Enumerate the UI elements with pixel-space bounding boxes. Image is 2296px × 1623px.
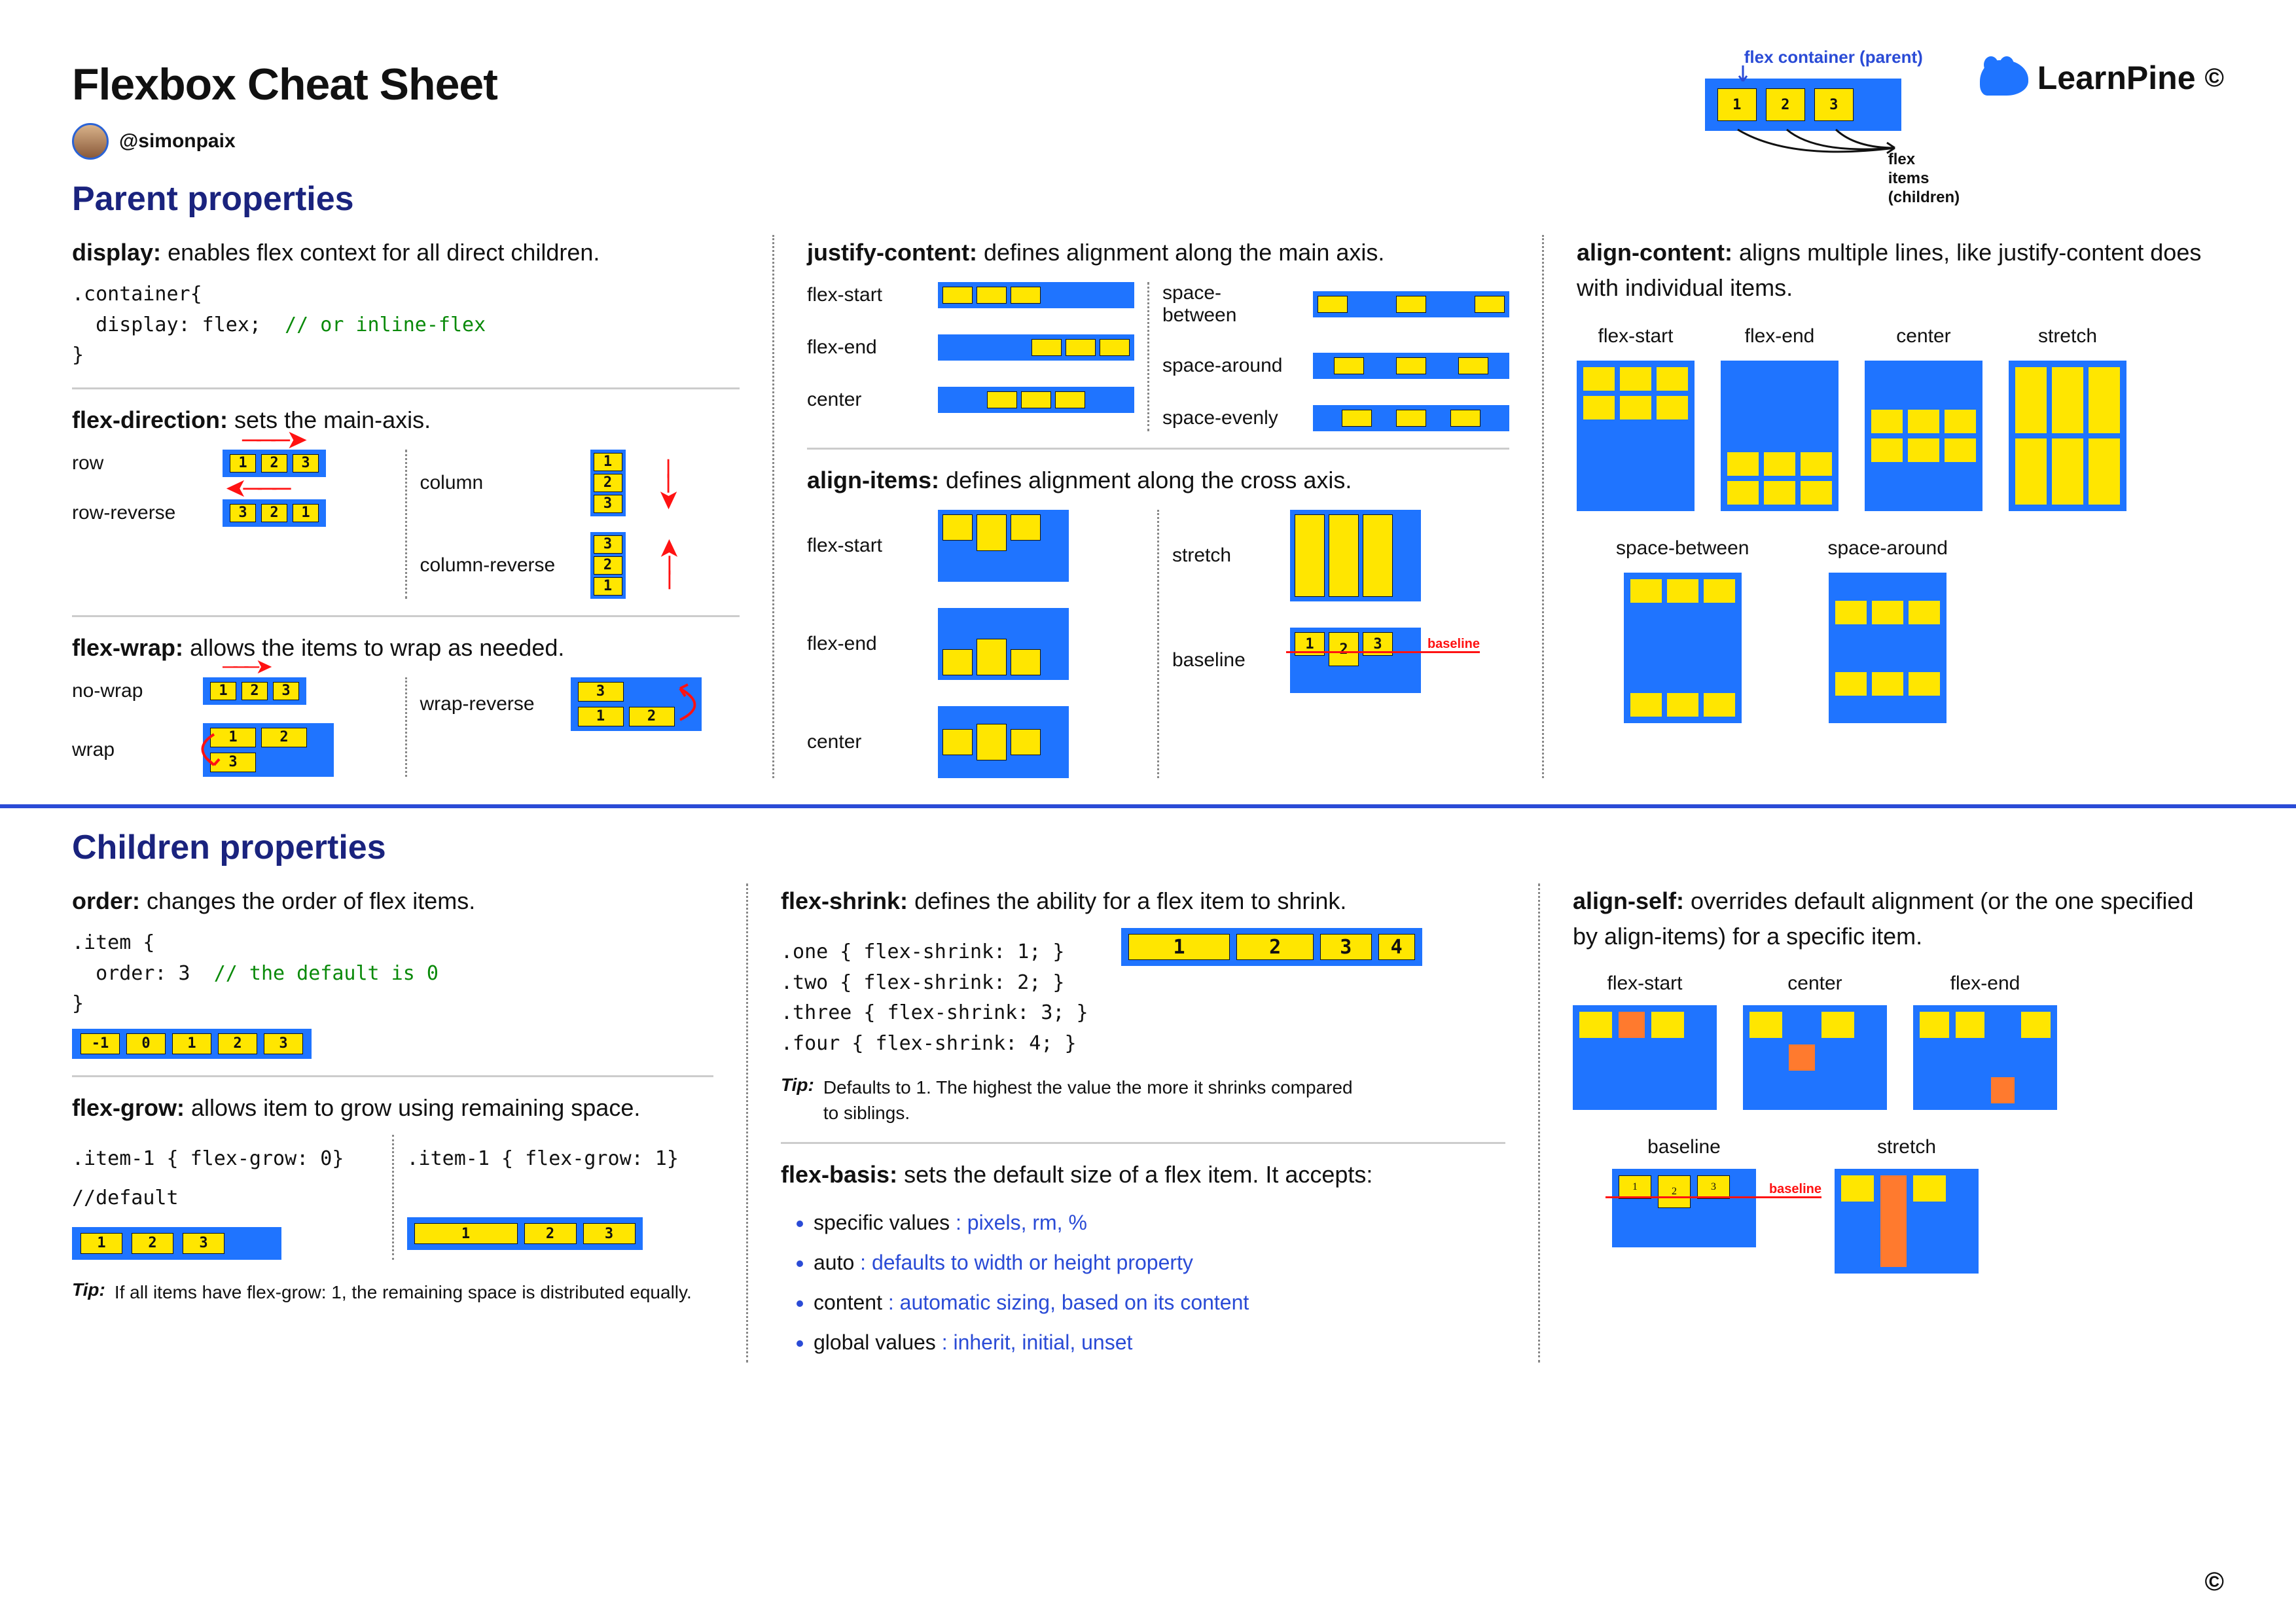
fd-row-rev-label: row-reverse [72, 502, 203, 524]
jc-space-around: space-around [1162, 355, 1293, 377]
fs-code: .one { flex-shrink: 1; } .two { flex-shr… [781, 937, 1088, 1059]
flex-basis-list: specific values : pixels, rm, % auto : d… [781, 1203, 1505, 1362]
flex-direction-property: flex-direction: sets the main-axis. [72, 402, 740, 438]
top-right-area: flex container (parent) 1 2 3 flex items… [1705, 59, 2224, 190]
fs-item: 1 [1128, 934, 1230, 960]
ac-center: center [1896, 325, 1950, 348]
ac-stretch: stretch [2038, 325, 2097, 348]
copyright-icon: © [2205, 63, 2224, 93]
arrow-down-icon: ──➤ [654, 459, 684, 506]
arrow-right-icon: ───➤ [223, 654, 269, 679]
jc-center: center [807, 389, 918, 411]
legend-item: 2 [1766, 88, 1805, 121]
fg-tip-label: Tip: [72, 1279, 105, 1300]
as-baseline-tag: baseline [1769, 1182, 1821, 1197]
wrap-rev-arrow-icon [673, 682, 713, 730]
brand-logo: LearnPine © [1980, 59, 2224, 97]
jc-flex-start: flex-start [807, 284, 918, 306]
order-item: 1 [172, 1033, 211, 1054]
jc-flex-end: flex-end [807, 336, 918, 359]
ai-center: center [807, 731, 918, 753]
order-code: .item { order: 3 // the default is 0 } [72, 928, 713, 1020]
fw-wrap-label: wrap [72, 739, 183, 761]
fs-item: 4 [1378, 934, 1415, 960]
fg-tip-body: If all items have flex-grow: 1, the rema… [115, 1279, 692, 1305]
legend-container-label: flex container (parent) [1744, 47, 1923, 67]
section-divider [0, 804, 2296, 808]
fd-col-rev-label: column-reverse [420, 554, 571, 577]
jc-space-between: space-between [1162, 282, 1293, 327]
legend-item: 1 [1717, 88, 1757, 121]
arrow-up-icon: ──➤ [654, 541, 684, 588]
order-property: order: changes the order of flex items. [72, 883, 713, 919]
flex-wrap-property: flex-wrap: allows the items to wrap as n… [72, 630, 740, 666]
as-flex-end: flex-end [1950, 972, 2020, 995]
arrow-left-icon: ───➤ [229, 473, 291, 503]
brand-name: LearnPine [2037, 59, 2196, 97]
flex-grow-property: flex-grow: allows item to grow using rem… [72, 1090, 713, 1126]
fd-row-label: row [72, 452, 203, 474]
order-item: -1 [81, 1033, 120, 1054]
ac-space-between: space-between [1616, 537, 1749, 560]
legend: flex container (parent) 1 2 3 flex items… [1705, 59, 1941, 190]
as-stretch: stretch [1877, 1136, 1936, 1158]
fs-tip-label: Tip: [781, 1075, 814, 1096]
ac-flex-start: flex-start [1598, 325, 1673, 348]
elephant-icon [1980, 60, 2028, 96]
fd-col-label: column [420, 472, 571, 494]
arrow-right-icon: ───➤ [242, 425, 304, 455]
fw-wraprev-label: wrap-reverse [420, 693, 551, 715]
fw-nowrap-label: no-wrap [72, 680, 183, 702]
ac-flex-end: flex-end [1745, 325, 1815, 348]
parent-row: display: enables flex context for all di… [72, 235, 2224, 778]
baseline-tag: baseline [1427, 637, 1480, 652]
align-items-property: align-items: defines alignment along the… [807, 463, 1509, 498]
fs-tip-body: Defaults to 1. The highest the value the… [823, 1075, 1360, 1126]
as-flex-start: flex-start [1607, 972, 1682, 995]
align-content-property: align-content: aligns multiple lines, li… [1577, 235, 2224, 306]
ai-stretch: stretch [1172, 544, 1270, 567]
copyright-footer-icon: © [2205, 1567, 2224, 1597]
jc-space-evenly: space-evenly [1162, 407, 1293, 429]
as-center: center [1787, 972, 1842, 995]
arrow-icon [1736, 65, 1749, 85]
legend-items-label: flex items (children) [1888, 151, 1960, 207]
justify-content-property: justify-content: defines alignment along… [807, 235, 1509, 270]
wrap-arrow-icon [188, 729, 221, 775]
fs-item: 3 [1320, 934, 1372, 960]
legend-item: 3 [1814, 88, 1854, 121]
as-baseline: baseline [1647, 1136, 1721, 1158]
flex-basis-property: flex-basis: sets the default size of a f… [781, 1157, 1505, 1192]
order-item: 2 [218, 1033, 257, 1054]
fg-code-a: .item-1 { flex-grow: 0} [72, 1144, 379, 1175]
section-heading-children: Children properties [72, 828, 2224, 867]
align-content-row1: flex-start flex-end center stretch [1577, 325, 2224, 511]
order-item: 0 [126, 1033, 166, 1054]
align-self-property: align-self: overrides default alignment … [1573, 883, 2224, 954]
order-item: 3 [264, 1033, 303, 1054]
display-code: .container{ display: flex; // or inline-… [72, 279, 740, 371]
ai-flex-end: flex-end [807, 633, 918, 655]
ai-flex-start: flex-start [807, 535, 918, 557]
flex-shrink-property: flex-shrink: defines the ability for a f… [781, 883, 1505, 919]
ac-space-around: space-around [1827, 537, 1947, 560]
fg-code-b: .item-1 { flex-grow: 1} [407, 1144, 714, 1175]
ai-baseline: baseline [1172, 649, 1270, 671]
author-handle: @simonpaix [119, 130, 236, 152]
children-row: order: changes the order of flex items. … [72, 883, 2224, 1363]
display-property: display: enables flex context for all di… [72, 235, 740, 270]
avatar [72, 123, 109, 160]
fg-default: //default [72, 1183, 379, 1214]
fs-item: 2 [1236, 934, 1313, 960]
align-content-row2: space-between space-around [1577, 537, 2224, 723]
